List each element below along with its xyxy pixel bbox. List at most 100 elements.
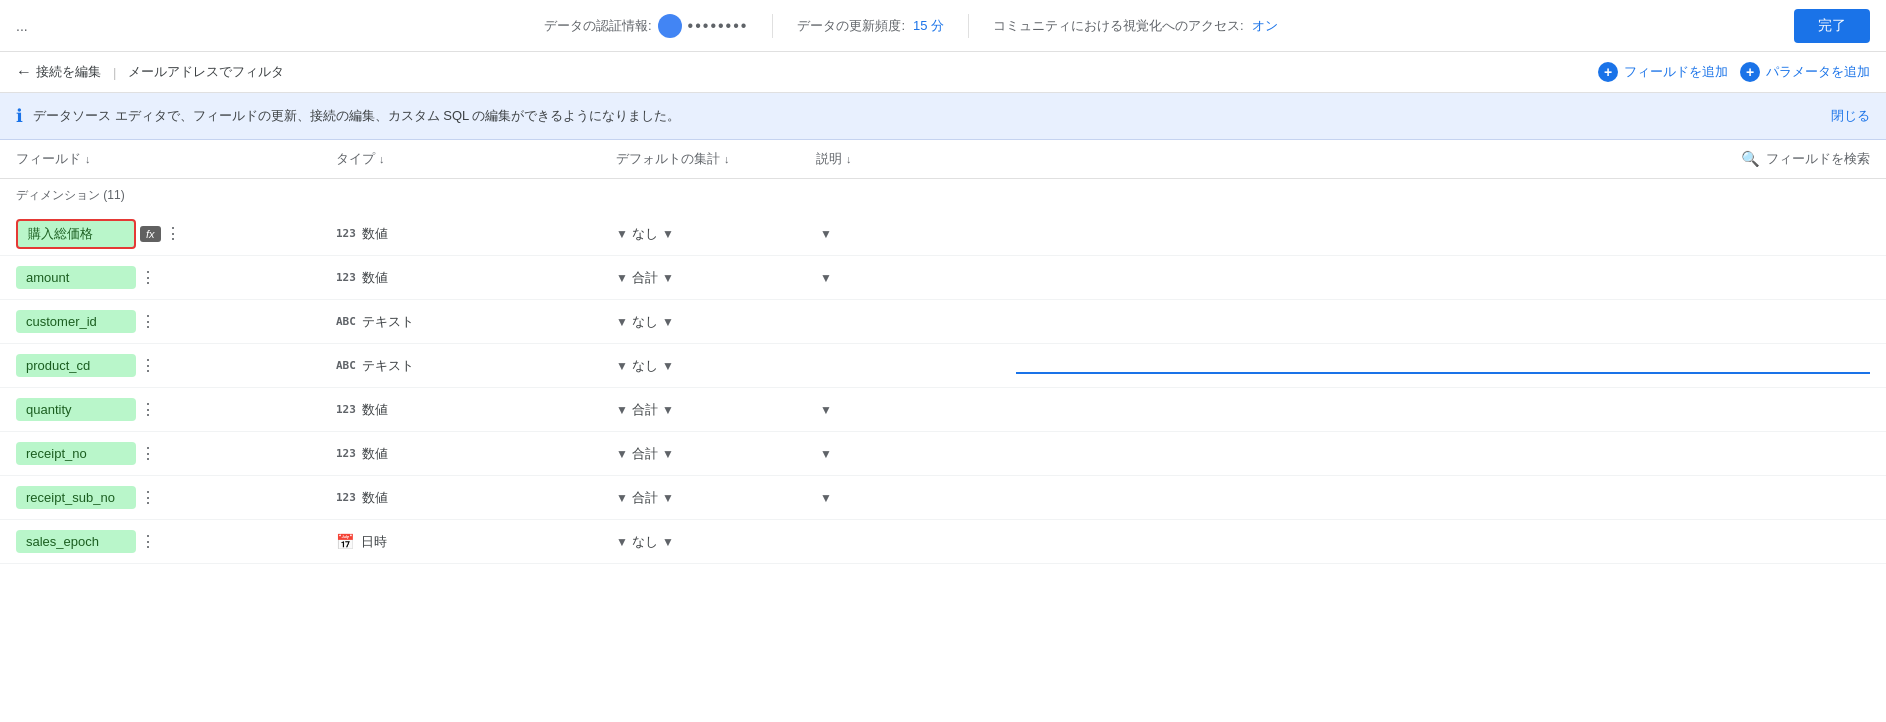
field-cell: sales_epoch⋮	[16, 530, 336, 553]
aggregation-value: なし	[632, 313, 658, 331]
sub-toolbar-left: ← 接続を編集 | メールアドレスでフィルタ	[16, 63, 1586, 81]
more-options-button[interactable]: ⋮	[140, 444, 156, 463]
description-dropdown-arrow[interactable]: ▼	[820, 271, 832, 285]
sort-arrow-field[interactable]: ↓	[85, 153, 91, 165]
aggregation-dropdown-arrow[interactable]: ▼	[662, 447, 674, 461]
agg-type-dropdown-arrow[interactable]: ▼	[616, 447, 628, 461]
description-dropdown-arrow[interactable]: ▼	[820, 403, 832, 417]
top-bar-right: 完了	[1794, 9, 1870, 43]
fx-button[interactable]: fx	[140, 226, 161, 242]
aggregation-dropdown-arrow[interactable]: ▼	[662, 491, 674, 505]
sub-toolbar-right: + フィールドを追加 + パラメータを追加	[1598, 62, 1870, 82]
field-name-pill[interactable]: amount	[16, 266, 136, 289]
data-credential-label: データの認証情報:	[544, 17, 652, 35]
back-button[interactable]: ← 接続を編集	[16, 63, 101, 81]
aggregation-dropdown-arrow[interactable]: ▼	[662, 315, 674, 329]
field-name-pill[interactable]: customer_id	[16, 310, 136, 333]
more-options-button[interactable]: ⋮	[140, 268, 156, 287]
calendar-icon: 📅	[336, 533, 355, 551]
description-dropdown-arrow[interactable]: ▼	[820, 491, 832, 505]
aggregation-cell: ▼なし▼	[616, 533, 816, 551]
complete-button[interactable]: 完了	[1794, 9, 1870, 43]
type-cell: 123 数値	[336, 269, 616, 287]
description-cell: ▼	[816, 403, 1016, 417]
agg-type-dropdown-arrow[interactable]: ▼	[616, 315, 628, 329]
search-placeholder[interactable]: フィールドを検索	[1766, 150, 1870, 168]
header-description-label: 説明	[816, 150, 842, 168]
field-cell: amount⋮	[16, 266, 336, 289]
field-name-pill[interactable]: receipt_sub_no	[16, 486, 136, 509]
header-aggregation-label: デフォルトの集計	[616, 150, 720, 168]
sort-arrow-agg[interactable]: ↓	[724, 153, 730, 165]
field-name-pill[interactable]: quantity	[16, 398, 136, 421]
type-cell: 📅 日時	[336, 533, 616, 551]
agg-type-dropdown-arrow[interactable]: ▼	[616, 491, 628, 505]
toolbar-separator: |	[113, 65, 116, 80]
agg-type-dropdown-arrow[interactable]: ▼	[616, 403, 628, 417]
type-badge: ABC	[336, 315, 356, 328]
aggregation-dropdown-arrow[interactable]: ▼	[662, 403, 674, 417]
more-options-button[interactable]: ⋮	[140, 400, 156, 419]
app-title-area: ...	[16, 18, 28, 34]
add-field-label: フィールドを追加	[1624, 63, 1728, 81]
sort-arrow-type[interactable]: ↓	[379, 153, 385, 165]
aggregation-dropdown-arrow[interactable]: ▼	[662, 359, 674, 373]
type-label: 数値	[362, 269, 388, 287]
description-cell: ▼	[816, 271, 1016, 285]
access-value[interactable]: オン	[1252, 17, 1278, 35]
field-name-pill[interactable]: 購入総価格	[16, 219, 136, 249]
sort-arrow-desc[interactable]: ↓	[846, 153, 852, 165]
search-header: 🔍 フィールドを検索	[1016, 150, 1870, 168]
table-row: quantity⋮123数値▼合計▼▼	[0, 388, 1886, 432]
type-cell: 123数値	[336, 225, 616, 243]
header-type: タイプ ↓	[336, 150, 616, 168]
agg-type-dropdown-arrow[interactable]: ▼	[616, 359, 628, 373]
add-field-button[interactable]: + フィールドを追加	[1598, 62, 1728, 82]
aggregation-dropdown-arrow[interactable]: ▼	[662, 535, 674, 549]
more-options-button[interactable]: ⋮	[165, 224, 181, 243]
refresh-label: データの更新頻度:	[797, 17, 905, 35]
add-param-button[interactable]: + パラメータを追加	[1740, 62, 1870, 82]
inline-edit-input[interactable]	[1016, 357, 1870, 374]
credential-dots: ••••••••	[688, 17, 749, 35]
agg-type-dropdown-arrow[interactable]: ▼	[616, 535, 628, 549]
agg-type-dropdown-arrow[interactable]: ▼	[616, 227, 628, 241]
agg-type-dropdown-arrow[interactable]: ▼	[616, 271, 628, 285]
description-dropdown-arrow[interactable]: ▼	[820, 227, 832, 241]
type-label: 日時	[361, 533, 387, 551]
table-row: receipt_no⋮123数値▼合計▼▼	[0, 432, 1886, 476]
more-options-button[interactable]: ⋮	[140, 532, 156, 551]
filter-link[interactable]: メールアドレスでフィルタ	[128, 63, 284, 81]
aggregation-cell: ▼ 合計 ▼	[616, 489, 816, 507]
aggregation-value: 合計	[632, 489, 658, 507]
more-options-button[interactable]: ⋮	[140, 312, 156, 331]
plus-icon-field: +	[1598, 62, 1618, 82]
search-icon: 🔍	[1741, 150, 1760, 168]
rows-container: 購入総価格fx⋮123数値▼なし▼▼amount⋮123数値▼合計▼▼custo…	[0, 212, 1886, 564]
type-badge: 123	[336, 403, 356, 416]
top-bar: ... データの認証情報: •••••••• データの更新頻度: 15 分 コミ…	[0, 0, 1886, 52]
aggregation-cell: ▼ 合計 ▼	[616, 445, 816, 463]
field-name-pill[interactable]: product_cd	[16, 354, 136, 377]
type-cell: ABCテキスト	[336, 357, 616, 375]
aggregation-value: 合計	[632, 445, 658, 463]
description-dropdown-arrow[interactable]: ▼	[820, 447, 832, 461]
type-label: テキスト	[362, 357, 414, 375]
close-banner-button[interactable]: 閉じる	[1831, 107, 1870, 125]
refresh-value[interactable]: 15 分	[913, 17, 944, 35]
banner-text: データソース エディタで、フィールドの更新、接続の編集、カスタム SQL の編集…	[33, 107, 1821, 125]
field-name-pill[interactable]: sales_epoch	[16, 530, 136, 553]
type-badge: 123	[336, 271, 356, 284]
more-options-button[interactable]: ⋮	[140, 488, 156, 507]
aggregation-dropdown-arrow[interactable]: ▼	[662, 227, 674, 241]
description-cell: ▼	[816, 227, 1016, 241]
header-field-label: フィールド	[16, 150, 81, 168]
top-bar-center: データの認証情報: •••••••• データの更新頻度: 15 分 コミュニティ…	[52, 14, 1770, 38]
field-name-pill[interactable]: receipt_no	[16, 442, 136, 465]
aggregation-cell: ▼なし▼	[616, 225, 816, 243]
description-cell: ▼	[816, 447, 1016, 461]
aggregation-cell: ▼合計▼	[616, 269, 816, 287]
more-options-button[interactable]: ⋮	[140, 356, 156, 375]
aggregation-dropdown-arrow[interactable]: ▼	[662, 271, 674, 285]
header-description: 説明 ↓	[816, 150, 1016, 168]
